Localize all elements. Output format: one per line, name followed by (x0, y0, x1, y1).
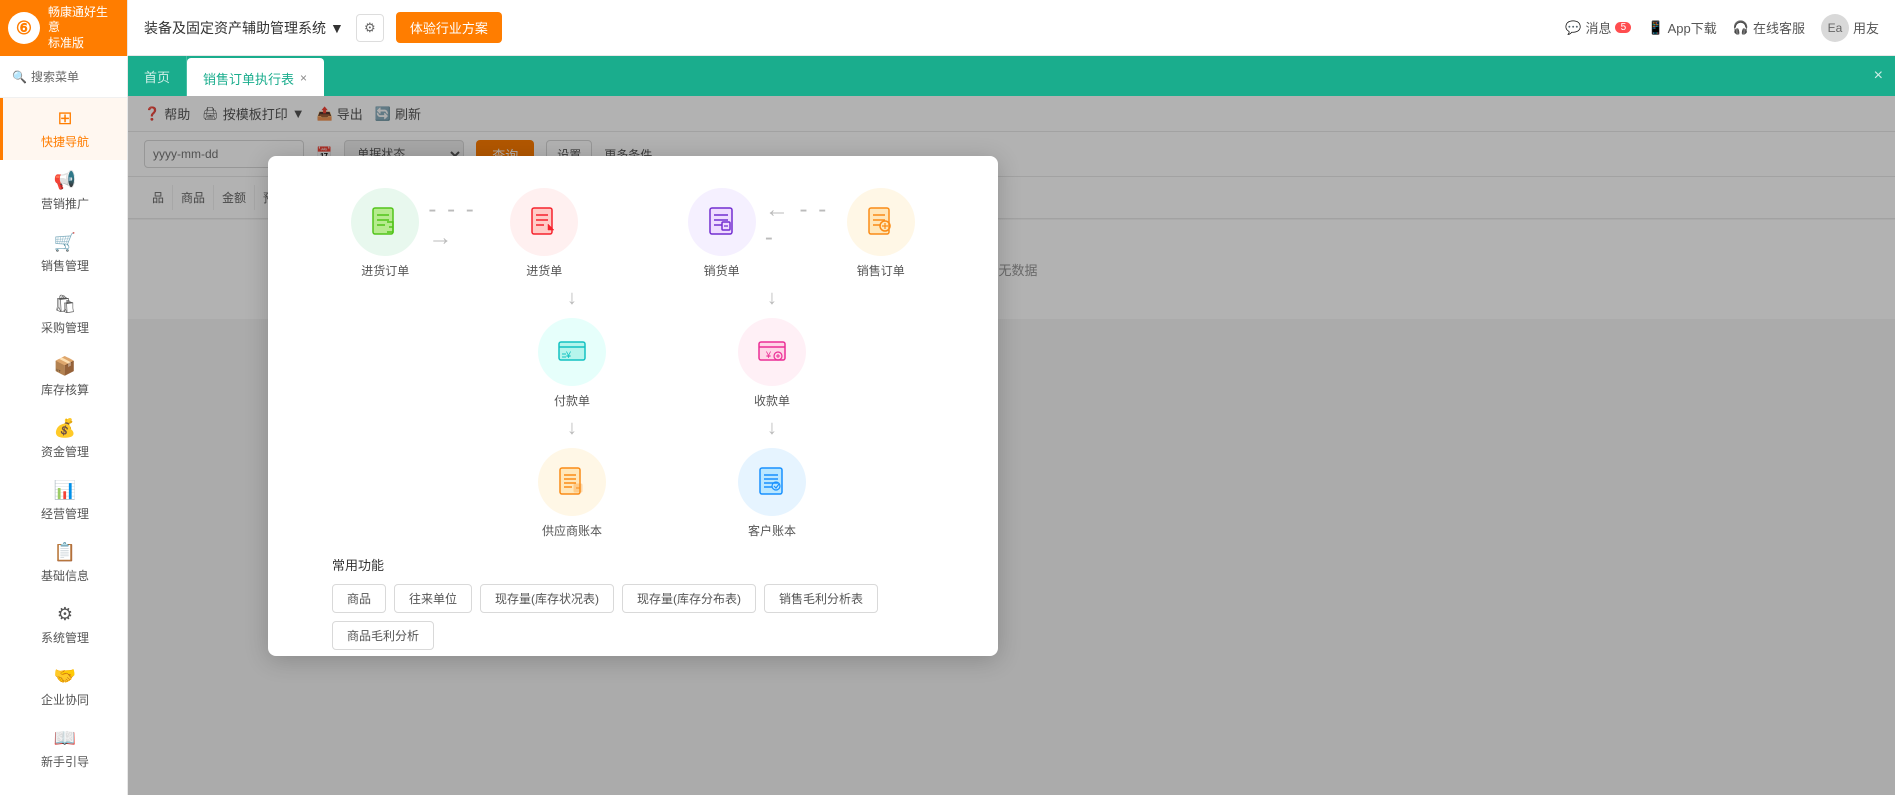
system-title[interactable]: 装备及固定资产辅助管理系统 ▼ (144, 18, 344, 38)
logo-text: 畅康通好生意 标准版 (48, 5, 119, 52)
tab-close-button[interactable]: × (300, 71, 307, 85)
sales-order-circle (847, 188, 915, 256)
svg-text:¥: ¥ (765, 350, 772, 360)
tab-bar-close-button[interactable]: × (1862, 67, 1895, 85)
arrow-down-pb: ↓ (512, 287, 632, 310)
purchase-order-circle (351, 188, 419, 256)
flow-node-purchase-order: 进货订单 (332, 188, 438, 279)
arrow-down-rec: ↓ (712, 417, 832, 440)
sales-bill-circle (688, 188, 756, 256)
flow-node-supplier-account: 供应商账本 (512, 448, 632, 539)
function-buttons: 商品 往来单位 现存量(库存状况表) 现存量(库存分布表) 销售毛利分析表 商品… (332, 584, 934, 650)
sidebar-item-sales[interactable]: 🛒 销售管理 (0, 222, 127, 284)
sidebar-item-quick-nav[interactable]: ⊞ 快捷导航 (0, 98, 127, 160)
sales-order-label: 销售订单 (857, 262, 905, 279)
user-action[interactable]: Ea 用友 (1821, 14, 1879, 42)
operations-icon: 📊 (54, 480, 76, 501)
logo-icon: ⑥ (8, 12, 40, 44)
modal-overlay[interactable]: 进货订单 - - - → (128, 96, 1895, 795)
marketing-icon: 📢 (54, 170, 76, 191)
purchase-bill-label: 进货单 (526, 262, 562, 279)
payment-bill-circle: ¥ (538, 318, 606, 386)
sidebar-item-enterprise[interactable]: 🤝 企业协同 (0, 656, 127, 718)
flow-row-1: 进货订单 - - - → (292, 180, 974, 287)
flow-diagram: 进货订单 - - - → (292, 180, 974, 547)
flow-node-payment-bill: ¥ 付款单 (512, 318, 632, 409)
settings-button[interactable]: ⚙ (356, 14, 384, 42)
customer-account-label: 客户账本 (748, 522, 796, 539)
search-menu-button[interactable]: 🔍 搜索菜单 (8, 64, 119, 89)
sidebar-item-basic-info[interactable]: 📋 基础信息 (0, 532, 127, 594)
avatar: Ea (1821, 14, 1849, 42)
customer-account-circle (738, 448, 806, 516)
flow-node-sales-order: 销售订单 (828, 188, 934, 279)
main-area: 装备及固定资产辅助管理系统 ▼ ⚙ 体验行业方案 💬 消息 5 📱 App下载 … (128, 0, 1895, 795)
func-btn-stock-dist[interactable]: 现存量(库存分布表) (622, 584, 756, 613)
common-functions-title: 常用功能 (332, 555, 934, 574)
enterprise-icon: 🤝 (54, 666, 76, 687)
sales-bill-label: 销货单 (704, 262, 740, 279)
message-action[interactable]: 💬 消息 5 (1565, 18, 1631, 37)
sidebar-search[interactable]: 🔍 搜索菜单 (0, 56, 127, 98)
finance-icon: 💰 (54, 418, 76, 439)
topbar: 装备及固定资产辅助管理系统 ▼ ⚙ 体验行业方案 💬 消息 5 📱 App下载 … (128, 0, 1895, 56)
payment-bill-label: 付款单 (554, 392, 590, 409)
sidebar: ⑥ 畅康通好生意 标准版 🔍 搜索菜单 ⊞ 快捷导航 📢 营销推广 🛒 (0, 0, 128, 795)
download-icon: 📱 (1647, 20, 1663, 36)
gear-icon: ⚙ (364, 20, 376, 36)
flow-row-2: ¥ 付款单 (292, 310, 974, 417)
basic-info-icon: 📋 (54, 542, 76, 563)
supplier-account-circle (538, 448, 606, 516)
guide-icon: 📖 (54, 728, 76, 749)
message-badge: 5 (1615, 22, 1631, 33)
sales-icon: 🛒 (54, 232, 76, 253)
func-btn-product[interactable]: 商品 (332, 584, 386, 613)
online-service-action[interactable]: 🎧 在线客服 (1733, 18, 1805, 37)
inventory-icon: 📦 (54, 356, 76, 377)
sidebar-item-finance[interactable]: 💰 资金管理 (0, 408, 127, 470)
common-functions-section: 常用功能 商品 往来单位 现存量(库存状况表) 现存量(库存分布表) 销售毛利分… (292, 547, 974, 656)
arrow-down-pay: ↓ (512, 417, 632, 440)
tab-home[interactable]: 首页 (128, 56, 187, 96)
experience-btn[interactable]: 体验行业方案 (396, 12, 502, 43)
app-logo: ⑥ 畅康通好生意 标准版 (0, 0, 127, 56)
receipt-bill-label: 收款单 (754, 392, 790, 409)
receipt-bill-circle: ¥ (738, 318, 806, 386)
flow-node-purchase-bill: 进货单 (491, 188, 597, 279)
flow-node-sales-bill: 销货单 (668, 188, 774, 279)
search-icon: 🔍 (12, 70, 27, 84)
flow-node-customer-account: 客户账本 (712, 448, 832, 539)
arrow-down-sb: ↓ (712, 287, 832, 310)
chevron-down-icon: ▼ (330, 20, 344, 36)
svg-text:¥: ¥ (565, 350, 572, 360)
purchase-icon: 🛍 (54, 294, 77, 315)
app-download-action[interactable]: 📱 App下载 (1647, 18, 1716, 37)
sidebar-item-system[interactable]: ⚙ 系统管理 (0, 594, 127, 656)
headset-icon: 🎧 (1733, 20, 1749, 36)
func-btn-sales-margin[interactable]: 销售毛利分析表 (764, 584, 878, 613)
topbar-actions: 💬 消息 5 📱 App下载 🎧 在线客服 Ea 用友 (1565, 14, 1879, 42)
func-btn-stock-status[interactable]: 现存量(库存状况表) (480, 584, 614, 613)
func-btn-partners[interactable]: 往来单位 (394, 584, 472, 613)
sidebar-item-purchase[interactable]: 🛍 采购管理 (0, 284, 127, 346)
sidebar-item-marketing[interactable]: 📢 营销推广 (0, 160, 127, 222)
tabs-bar: 首页 销售订单执行表 × × (128, 56, 1895, 96)
sidebar-item-guide[interactable]: 📖 新手引导 (0, 718, 127, 780)
sidebar-item-operations[interactable]: 📊 经营管理 (0, 470, 127, 532)
flow-row-3: 供应商账本 (292, 440, 974, 547)
sidebar-nav: ⊞ 快捷导航 📢 营销推广 🛒 销售管理 🛍 采购管理 📦 库存核算 💰 (0, 98, 127, 795)
content-area: ❓ 帮助 🖨 按模板打印 ▼ 📤 导出 🔄 刷新 (128, 96, 1895, 795)
func-btn-product-margin[interactable]: 商品毛利分析 (332, 621, 434, 650)
purchase-bill-circle (510, 188, 578, 256)
message-icon: 💬 (1565, 20, 1581, 36)
sidebar-item-inventory[interactable]: 📦 库存核算 (0, 346, 127, 408)
flow-modal: 进货订单 - - - → (268, 156, 998, 656)
system-icon: ⚙ (57, 604, 73, 625)
flow-node-receipt-bill: ¥ 收款单 (712, 318, 832, 409)
purchase-order-label: 进货订单 (361, 262, 409, 279)
supplier-account-label: 供应商账本 (542, 522, 602, 539)
quick-nav-icon: ⊞ (57, 108, 72, 129)
tab-sales-execution[interactable]: 销售订单执行表 × (187, 58, 324, 98)
